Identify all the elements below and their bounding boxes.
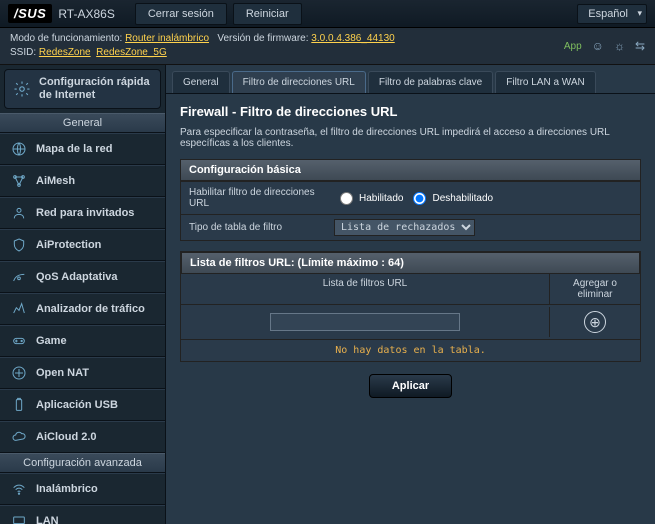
guest-icon xyxy=(10,204,28,222)
reboot-button[interactable]: Reiniciar xyxy=(233,3,302,25)
url-input[interactable] xyxy=(270,313,460,331)
app-link[interactable]: App xyxy=(564,41,582,52)
model-name: RT-AX86S xyxy=(58,7,114,21)
quick-setup-button[interactable]: Configuración rápida de Internet xyxy=(4,69,161,109)
sidebar-label: AiMesh xyxy=(36,175,75,187)
sidebar-label: Mapa de la red xyxy=(36,143,112,155)
sidebar-label: Game xyxy=(36,335,67,347)
users-icon[interactable]: ☺ xyxy=(592,39,604,53)
plus-icon: ⊕ xyxy=(589,314,601,331)
led-icon[interactable]: ☼ xyxy=(614,39,625,53)
sidebar-item-usb[interactable]: Aplicación USB xyxy=(0,389,165,421)
disable-radio[interactable] xyxy=(413,192,426,205)
game-icon xyxy=(10,332,28,350)
table-type-select[interactable]: Lista de rechazados xyxy=(334,219,475,236)
sidebar-item-nat[interactable]: Open NAT xyxy=(0,357,165,389)
op-mode-link[interactable]: Router inalámbrico xyxy=(125,33,209,44)
page-desc: Para especificar la contraseña, el filtr… xyxy=(180,127,641,149)
globe-icon xyxy=(10,140,28,158)
add-button[interactable]: ⊕ xyxy=(584,311,606,333)
enable-radio[interactable] xyxy=(340,192,353,205)
wifi-icon xyxy=(10,480,28,498)
tab-1[interactable]: Filtro de direcciones URL xyxy=(232,71,366,93)
ssid-label: SSID: xyxy=(10,47,36,58)
fw-label: Versión de firmware: xyxy=(217,33,308,44)
sidebar-item-qos[interactable]: QoS Adaptativa xyxy=(0,261,165,293)
sidebar-item-lan[interactable]: LAN xyxy=(0,505,165,524)
sidebar-label: AiProtection xyxy=(36,239,101,251)
language-dropdown[interactable]: Español xyxy=(577,4,647,24)
sidebar-label: Analizador de tráfico xyxy=(36,303,145,315)
enable-filter-label: Habilitar filtro de direcciones URL xyxy=(181,182,326,214)
tab-0[interactable]: General xyxy=(172,71,230,93)
enabled-label: Habilitado xyxy=(359,193,403,204)
sidebar-label: Open NAT xyxy=(36,367,89,379)
quick-setup-label: Configuración rápida de Internet xyxy=(39,76,152,102)
section-advanced: Configuración avanzada xyxy=(0,453,165,473)
no-data-msg: No hay datos en la tabla. xyxy=(181,340,640,361)
sidebar-item-globe[interactable]: Mapa de la red xyxy=(0,133,165,165)
col-url: Lista de filtros URL xyxy=(181,274,550,304)
page-title: Firewall - Filtro de direcciones URL xyxy=(180,104,641,119)
sidebar-label: Red para invitados xyxy=(36,207,134,219)
sidebar-item-game[interactable]: Game xyxy=(0,325,165,357)
sidebar-item-wifi[interactable]: Inalámbrico xyxy=(0,473,165,505)
sidebar-item-mesh[interactable]: AiMesh xyxy=(0,165,165,197)
shield-icon xyxy=(10,236,28,254)
sidebar-label: Inalámbrico xyxy=(36,483,98,495)
nat-icon xyxy=(10,364,28,382)
cloud-icon xyxy=(10,428,28,446)
usb-icon xyxy=(10,396,28,414)
sidebar-item-traffic[interactable]: Analizador de tráfico xyxy=(0,293,165,325)
config-header: Configuración básica xyxy=(180,159,641,181)
sidebar-item-guest[interactable]: Red para invitados xyxy=(0,197,165,229)
sidebar-label: LAN xyxy=(36,515,59,524)
col-action: Agregar o eliminar xyxy=(550,274,640,304)
list-header: Lista de filtros URL: (Límite máximo : 6… xyxy=(181,252,640,274)
lan-icon xyxy=(10,512,28,524)
share-icon[interactable]: ⇆ xyxy=(635,39,645,53)
sidebar-label: Aplicación USB xyxy=(36,399,118,411)
fw-link[interactable]: 3.0.0.4.386_44130 xyxy=(311,33,394,44)
traffic-icon xyxy=(10,300,28,318)
brand-logo: /SUS xyxy=(8,4,52,23)
sidebar-label: AiCloud 2.0 xyxy=(36,431,97,443)
section-general: General xyxy=(0,113,165,133)
op-mode-label: Modo de funcionamiento: xyxy=(10,33,122,44)
qos-icon xyxy=(10,268,28,286)
apply-button[interactable]: Aplicar xyxy=(369,374,452,398)
sidebar-item-shield[interactable]: AiProtection xyxy=(0,229,165,261)
sidebar-item-cloud[interactable]: AiCloud 2.0 xyxy=(0,421,165,453)
logout-button[interactable]: Cerrar sesión xyxy=(135,3,227,25)
ssid1-link[interactable]: RedesZone xyxy=(39,47,91,58)
tab-2[interactable]: Filtro de palabras clave xyxy=(368,71,493,93)
mesh-icon xyxy=(10,172,28,190)
ssid2-link[interactable]: RedesZone_5G xyxy=(96,47,167,58)
sidebar-label: QoS Adaptativa xyxy=(36,271,118,283)
gear-icon xyxy=(13,80,31,98)
disabled-label: Deshabilitado xyxy=(432,193,493,204)
table-type-label: Tipo de tabla de filtro xyxy=(181,217,326,238)
tab-3[interactable]: Filtro LAN a WAN xyxy=(495,71,596,93)
